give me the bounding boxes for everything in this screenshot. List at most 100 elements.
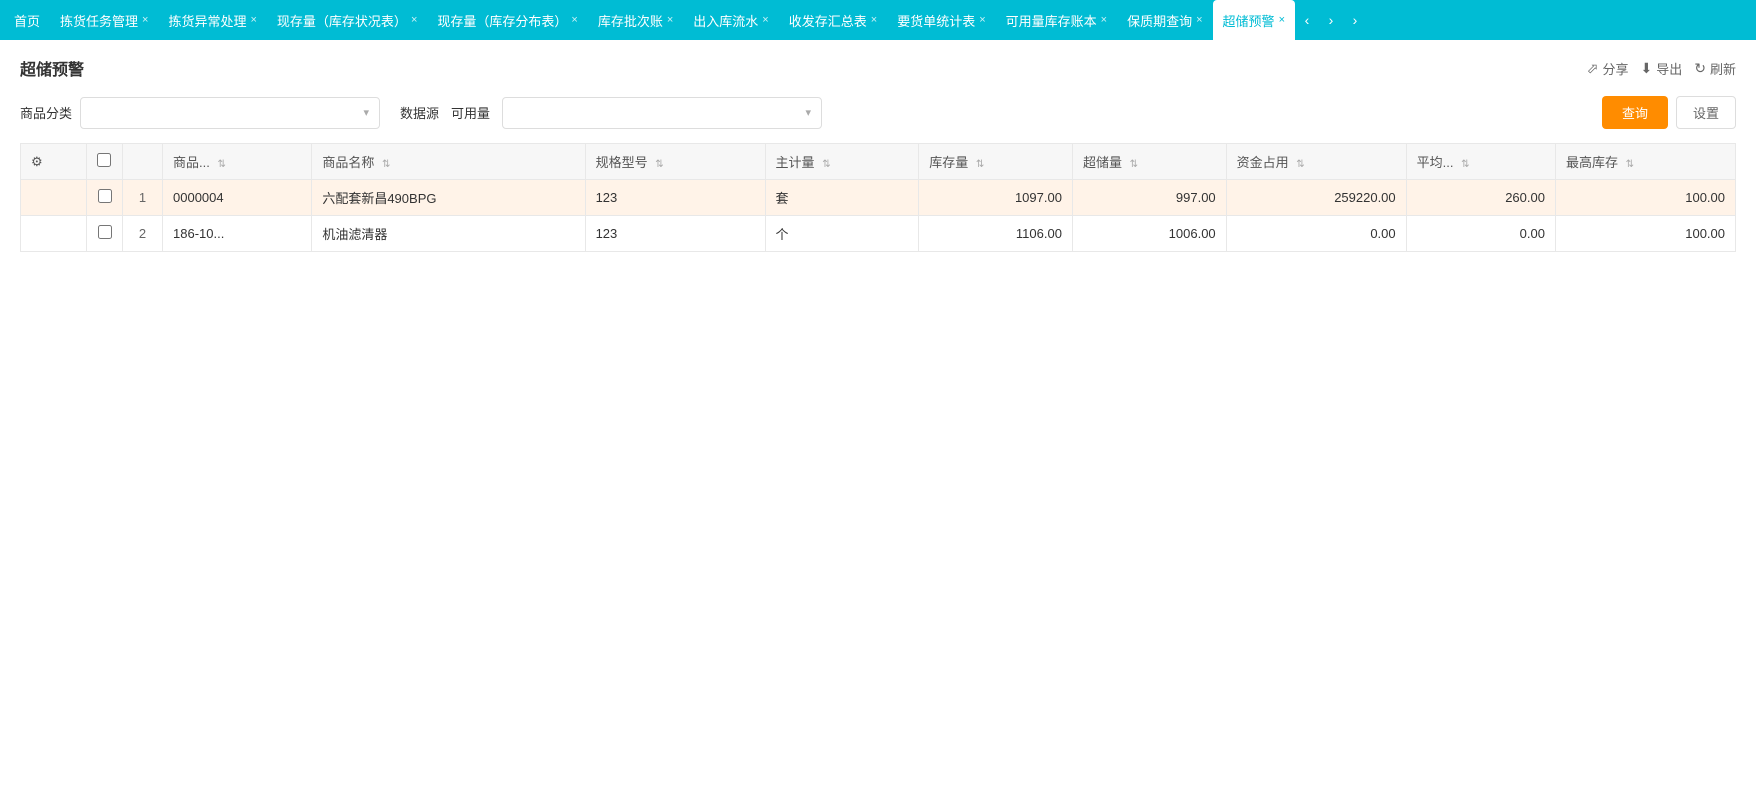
page-header: 超储预警 ⬀ 分享 ⬇ 导出 ↻ 刷新 [20, 56, 1736, 80]
td-check-0 [87, 180, 123, 216]
action-buttons: 查询 设置 [1602, 96, 1736, 129]
td-unit-0: 套 [765, 180, 919, 216]
nav-item-expiry[interactable]: 保质期查询 × [1117, 0, 1212, 40]
datasource-filter: 数据源 可用量 ▾ [400, 97, 822, 129]
td-gear-0 [21, 180, 87, 216]
nav-item-summary-label: 收发存汇总表 [789, 11, 867, 30]
td-code-1: 186-10... [163, 216, 312, 252]
settings-button[interactable]: 设置 [1676, 96, 1736, 129]
table-row: 2 186-10... 机油滤清器 123 个 1106.00 1006.00 … [21, 216, 1736, 252]
nav-item-summary[interactable]: 收发存汇总表 × [779, 0, 887, 40]
category-filter: 商品分类 ▾ [20, 97, 380, 129]
td-overage-0: 997.00 [1072, 180, 1226, 216]
nav-close-demand[interactable]: × [979, 14, 985, 26]
sort-icon-overage: ⇅ [1130, 159, 1138, 170]
sort-icon-code: ⇅ [217, 159, 225, 170]
nav-item-abnormal[interactable]: 拣货异常处理 × [158, 0, 266, 40]
nav-arrow-left[interactable]: ‹ [1295, 0, 1319, 40]
nav-item-available[interactable]: 可用量库存账本 × [996, 0, 1117, 40]
td-capital-0: 259220.00 [1226, 180, 1406, 216]
nav-item-task-label: 拣货任务管理 [60, 11, 138, 30]
nav-close-stock-dist[interactable]: × [571, 14, 577, 26]
th-avg[interactable]: 平均... ⇅ [1406, 144, 1555, 180]
nav-close-batch[interactable]: × [667, 14, 673, 26]
nav-item-task[interactable]: 拣货任务管理 × [50, 0, 158, 40]
nav-item-stock-status[interactable]: 现存量（库存状况表） × [267, 0, 427, 40]
td-avg-0: 260.00 [1406, 180, 1555, 216]
nav-item-flow[interactable]: 出入库流水 × [683, 0, 778, 40]
th-gear[interactable]: ⚙ [21, 144, 87, 180]
share-button[interactable]: ⬀ 分享 [1587, 59, 1629, 78]
td-unit-1: 个 [765, 216, 919, 252]
category-select[interactable]: ▾ [80, 97, 380, 129]
sort-icon-avg: ⇅ [1461, 159, 1469, 170]
td-index-1: 2 [123, 216, 163, 252]
nav-close-overstock[interactable]: × [1279, 14, 1285, 26]
category-label: 商品分类 [20, 103, 72, 122]
nav-close-flow[interactable]: × [762, 14, 768, 26]
nav-close-available[interactable]: × [1101, 14, 1107, 26]
refresh-label: 刷新 [1710, 59, 1736, 78]
nav-close-expiry[interactable]: × [1196, 14, 1202, 26]
th-code[interactable]: 商品... ⇅ [163, 144, 312, 180]
nav-arrow-right[interactable]: › [1319, 0, 1343, 40]
td-stock-1: 1106.00 [919, 216, 1073, 252]
sort-icon-capital: ⇅ [1296, 159, 1304, 170]
td-name-1: 机油滤清器 [312, 216, 585, 252]
header-actions: ⬀ 分享 ⬇ 导出 ↻ 刷新 [1587, 59, 1736, 78]
nav-item-home[interactable]: 首页 [4, 0, 50, 40]
select-all-checkbox[interactable] [97, 153, 111, 167]
td-index-0: 1 [123, 180, 163, 216]
td-max-stock-1: 100.00 [1555, 216, 1735, 252]
td-code-0: 0000004 [163, 180, 312, 216]
sort-icon-max-stock: ⇅ [1626, 159, 1634, 170]
nav-item-batch[interactable]: 库存批次账 × [588, 0, 683, 40]
th-unit[interactable]: 主计量 ⇅ [765, 144, 919, 180]
datasource-label: 数据源 [400, 103, 439, 122]
nav-close-abnormal[interactable]: × [250, 14, 256, 26]
top-navigation: 首页 拣货任务管理 × 拣货异常处理 × 现存量（库存状况表） × 现存量（库存… [0, 0, 1756, 40]
sort-icon-name: ⇅ [382, 159, 390, 170]
nav-item-overstock-label: 超储预警 [1223, 11, 1275, 30]
main-content: 超储预警 ⬀ 分享 ⬇ 导出 ↻ 刷新 商品分类 ▾ 数据源 [0, 40, 1756, 800]
sort-icon-unit: ⇅ [822, 159, 830, 170]
nav-close-summary[interactable]: × [871, 14, 877, 26]
th-name[interactable]: 商品名称 ⇅ [312, 144, 585, 180]
nav-item-demand[interactable]: 要货单统计表 × [887, 0, 995, 40]
nav-item-flow-label: 出入库流水 [693, 11, 758, 30]
row-checkbox-1[interactable] [98, 225, 112, 239]
nav-item-batch-label: 库存批次账 [598, 11, 663, 30]
th-capital[interactable]: 资金占用 ⇅ [1226, 144, 1406, 180]
th-stock[interactable]: 库存量 ⇅ [919, 144, 1073, 180]
export-button[interactable]: ⬇ 导出 [1641, 59, 1683, 78]
share-label: 分享 [1602, 59, 1628, 78]
th-spec[interactable]: 规格型号 ⇅ [585, 144, 765, 180]
td-name-0: 六配套新昌490BPG [312, 180, 585, 216]
th-overage[interactable]: 超储量 ⇅ [1072, 144, 1226, 180]
th-max-stock[interactable]: 最高库存 ⇅ [1555, 144, 1735, 180]
share-icon: ⬀ [1587, 60, 1599, 77]
page-title: 超储预警 [20, 56, 84, 80]
nav-close-stock-status[interactable]: × [411, 14, 417, 26]
nav-close-task[interactable]: × [142, 14, 148, 26]
datasource-static-value: 可用量 [451, 103, 490, 122]
query-button[interactable]: 查询 [1602, 96, 1668, 129]
td-avg-1: 0.00 [1406, 216, 1555, 252]
nav-item-stock-dist[interactable]: 现存量（库存分布表） × [427, 0, 587, 40]
td-spec-0: 123 [585, 180, 765, 216]
td-overage-1: 1006.00 [1072, 216, 1226, 252]
datasource-select[interactable]: ▾ [502, 97, 822, 129]
nav-item-expiry-label: 保质期查询 [1127, 11, 1192, 30]
td-check-1 [87, 216, 123, 252]
nav-item-overstock[interactable]: 超储预警 × [1213, 0, 1295, 40]
nav-item-home-label: 首页 [14, 11, 40, 30]
nav-item-available-label: 可用量库存账本 [1006, 11, 1097, 30]
sort-icon-spec: ⇅ [655, 159, 663, 170]
table-row: 1 0000004 六配套新昌490BPG 123 套 1097.00 997.… [21, 180, 1736, 216]
export-icon: ⬇ [1641, 60, 1653, 77]
row-checkbox-0[interactable] [98, 189, 112, 203]
nav-item-demand-label: 要货单统计表 [897, 11, 975, 30]
nav-arrow-more[interactable]: › [1343, 0, 1367, 40]
nav-item-abnormal-label: 拣货异常处理 [168, 11, 246, 30]
refresh-button[interactable]: ↻ 刷新 [1694, 59, 1736, 78]
